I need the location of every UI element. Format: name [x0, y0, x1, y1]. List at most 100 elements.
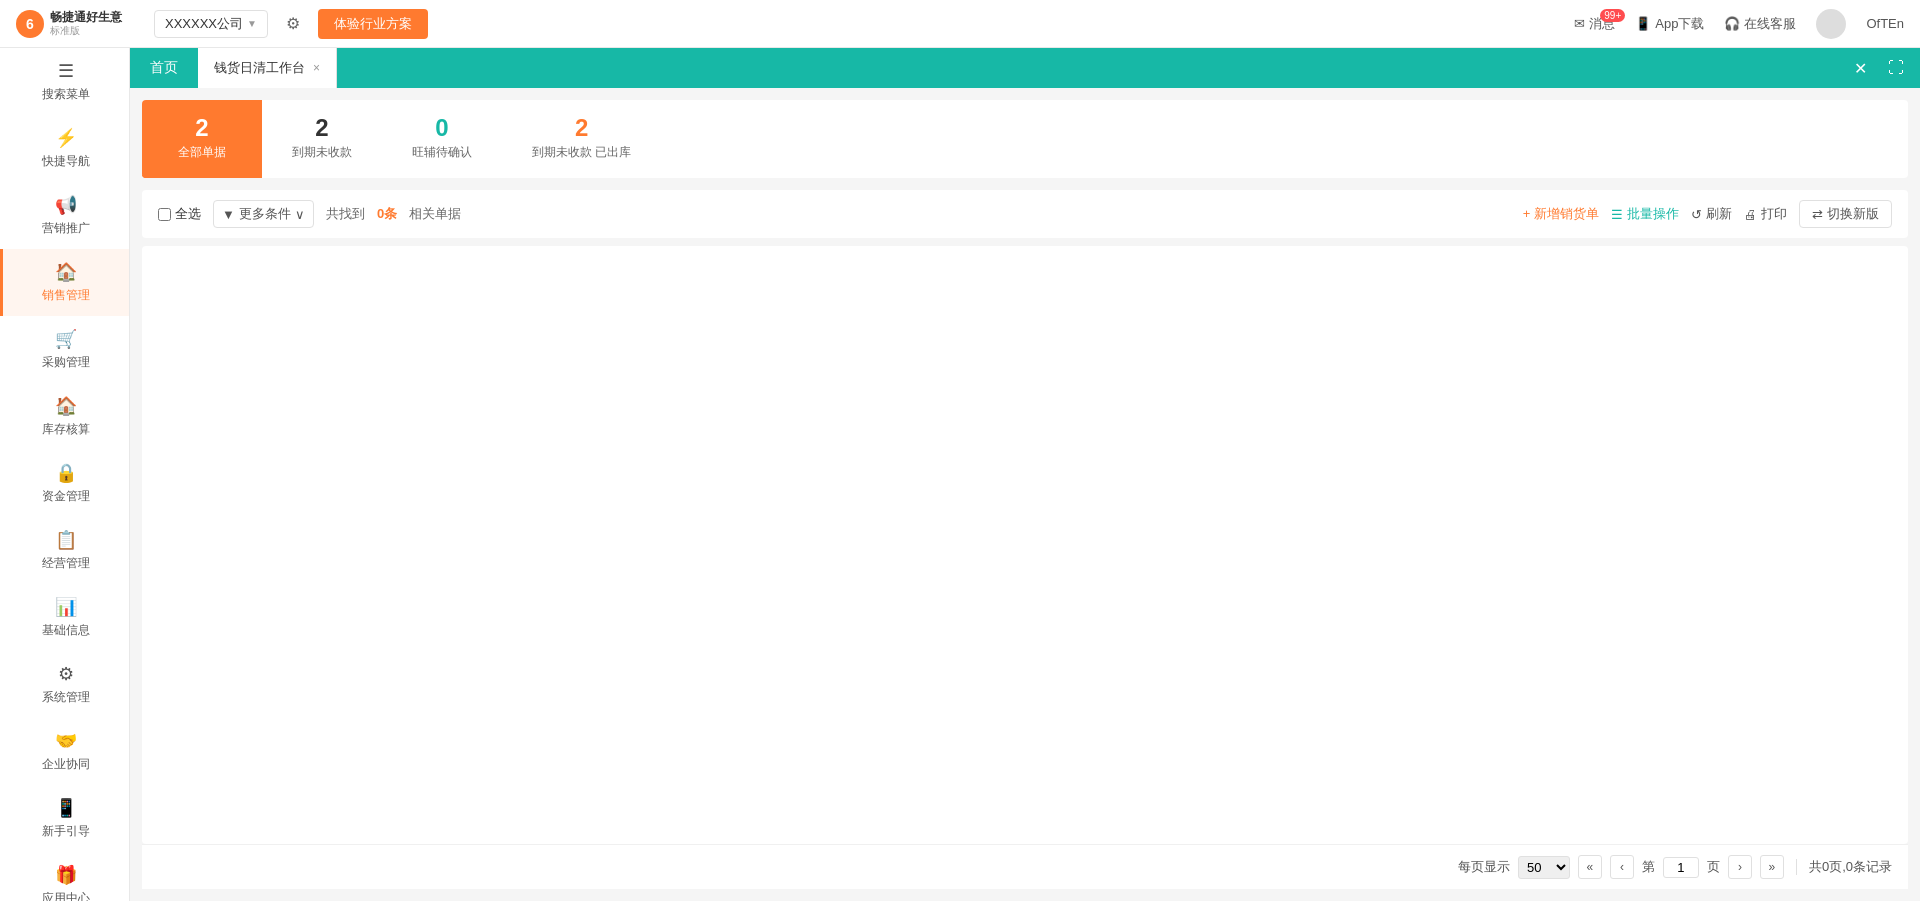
logo-icon: 6 [16, 10, 44, 38]
sidebar-item-system[interactable]: ⚙ 系统管理 [0, 651, 129, 718]
stat-item-overdue-out[interactable]: 2到期未收款 已出库 [502, 100, 661, 178]
sidebar-label-purchase: 采购管理 [42, 354, 90, 371]
batch-icon: ☰ [1611, 207, 1623, 222]
refresh-button[interactable]: ↺ 刷新 [1691, 205, 1732, 223]
company-selector[interactable]: XXXXXX公司 ▼ [154, 10, 268, 38]
minimize-icon[interactable]: ✕ [1846, 54, 1874, 82]
app-download-button[interactable]: 📱 App下载 [1635, 15, 1704, 33]
stat-item-overdue[interactable]: 2 到期未收款 [262, 100, 382, 178]
sidebar-label-finance: 资金管理 [42, 488, 90, 505]
filter-arrow-icon: ∨ [295, 207, 305, 222]
page-number-input[interactable] [1663, 857, 1699, 878]
layout: ☰搜索菜单 ⚡ 快捷导航 📢营销推广🏠销售管理 🛒 采购管理 🏠 库存核算 🔒资金管理📋经营管理… [0, 48, 1920, 901]
stat-number-overdue: 2 [292, 114, 352, 142]
active-tab-label: 钱货日清工作台 [214, 59, 305, 77]
filter-button[interactable]: ▼ 更多条件 ∨ [213, 200, 314, 228]
experience-button[interactable]: 体验行业方案 [318, 9, 428, 39]
table-area [142, 246, 1908, 844]
sidebar-label-app-center: 应用中心 [42, 890, 90, 901]
sidebar-item-app-center[interactable]: 🎁 应用中心 [0, 852, 129, 901]
sidebar-item-basic-info[interactable]: 📊 基础信息 [0, 584, 129, 651]
download-icon: 📱 [1635, 16, 1651, 31]
select-all-checkbox[interactable]: 全选 [158, 205, 201, 223]
stat-item-all[interactable]: 2全部单据 [142, 100, 262, 178]
sidebar-item-marketing[interactable]: 📢营销推广 [0, 182, 129, 249]
logo-area: 6 畅捷通好生意 标准版 [16, 10, 146, 38]
print-button[interactable]: 🖨 打印 [1744, 205, 1787, 223]
dropdown-arrow-icon: ▼ [247, 18, 257, 29]
sidebar-item-cooperation[interactable]: 🤝企业协同 [0, 718, 129, 785]
per-page-select[interactable]: 102050100 [1518, 856, 1570, 879]
select-all-label: 全选 [175, 205, 201, 223]
first-page-button[interactable]: « [1578, 855, 1602, 879]
sidebar-item-quick-nav[interactable]: ⚡ 快捷导航 [0, 115, 129, 182]
logo-title: 畅捷通好生意 [50, 10, 122, 24]
sidebar: ☰搜索菜单 ⚡ 快捷导航 📢营销推广🏠销售管理 🛒 采购管理 🏠 库存核算 🔒资金管理📋经营管理… [0, 48, 130, 901]
sidebar-item-search-menu[interactable]: ☰搜索菜单 [0, 48, 129, 115]
found-suffix: 相关单据 [409, 205, 461, 223]
app-download-label: App下载 [1655, 15, 1704, 33]
service-label: 在线客服 [1744, 15, 1796, 33]
switch-label: 切换新版 [1827, 205, 1879, 223]
sidebar-label-quick-nav: 快捷导航 [42, 153, 90, 170]
prev-page-button[interactable]: ‹ [1610, 855, 1634, 879]
sidebar-icon-app-center: 🎁 [55, 864, 77, 886]
sidebar-label-marketing: 营销推广 [42, 220, 90, 237]
sidebar-item-sales[interactable]: 🏠销售管理 [0, 249, 129, 316]
filter-icon: ▼ [222, 207, 235, 222]
sidebar-label-basic-info: 基础信息 [42, 622, 90, 639]
switch-icon: ⇄ [1812, 207, 1823, 222]
stat-label-pending: 旺辅待确认 [412, 144, 472, 161]
sidebar-item-finance[interactable]: 🔒资金管理 [0, 450, 129, 517]
found-prefix: 共找到 [326, 205, 365, 223]
print-icon: 🖨 [1744, 207, 1757, 222]
sidebar-label-sales: 销售管理 [42, 287, 90, 304]
stat-label-overdue: 到期未收款 [292, 144, 352, 161]
online-service-button[interactable]: 🎧 在线客服 [1724, 15, 1796, 33]
service-icon: 🎧 [1724, 16, 1740, 31]
settings-icon[interactable]: ⚙ [278, 9, 308, 39]
stat-item-pending[interactable]: 0旺辅待确认 [382, 100, 502, 178]
home-tab[interactable]: 首页 [130, 48, 198, 88]
sidebar-item-guide[interactable]: 📱新手引导 [0, 785, 129, 852]
message-button[interactable]: ✉ 消息 99+ [1574, 15, 1615, 33]
total-records: 共0页,0条记录 [1809, 858, 1892, 876]
found-count: 0条 [377, 205, 397, 223]
main-content: 首页 钱货日清工作台 × ✕ ⛶ 2全部单据 2 到期未收款 0旺辅待确认2到期未收款… [130, 48, 1920, 901]
sidebar-icon-basic-info: 📊 [55, 596, 77, 618]
active-tab[interactable]: 钱货日清工作台 × [198, 48, 337, 88]
last-page-button[interactable]: » [1760, 855, 1784, 879]
sidebar-item-inventory[interactable]: 🏠 库存核算 [0, 383, 129, 450]
logo-text: 畅捷通好生意 标准版 [50, 10, 122, 36]
sidebar-icon-purchase: 🛒 [55, 328, 77, 350]
top-right-actions: ✉ 消息 99+ 📱 App下载 🎧 在线客服 OfTEn [1574, 9, 1904, 39]
user-info[interactable]: OfTEn [1866, 16, 1904, 31]
sidebar-label-system: 系统管理 [42, 689, 90, 706]
logo-sub: 标准版 [50, 25, 122, 37]
switch-version-button[interactable]: ⇄ 切换新版 [1799, 200, 1892, 228]
sidebar-item-purchase[interactable]: 🛒 采购管理 [0, 316, 129, 383]
select-all-input[interactable] [158, 208, 171, 221]
sidebar-item-operations[interactable]: 📋经营管理 [0, 517, 129, 584]
avatar[interactable] [1816, 9, 1846, 39]
sidebar-icon-inventory: 🏠 [55, 395, 77, 417]
sidebar-icon-quick-nav: ⚡ [55, 127, 77, 149]
tab-close-icon[interactable]: × [313, 61, 320, 75]
batch-operation-button[interactable]: ☰ 批量操作 [1611, 205, 1679, 223]
toolbar: 全选 ▼ 更多条件 ∨ 共找到 0条 相关单据 + 新增销货单 ☰ 批量操作 [142, 190, 1908, 238]
maximize-icon[interactable]: ⛶ [1882, 54, 1910, 82]
toolbar-right: + 新增销货单 ☰ 批量操作 ↺ 刷新 🖨 打印 ⇄ [1523, 200, 1892, 228]
tab-actions: ✕ ⛶ [1846, 54, 1920, 82]
stat-number-overdue-out: 2 [532, 114, 631, 142]
next-page-button[interactable]: › [1728, 855, 1752, 879]
stats-row: 2全部单据 2 到期未收款 0旺辅待确认2到期未收款 已出库 [142, 100, 1908, 178]
divider [1796, 859, 1797, 875]
company-name: XXXXXX公司 [165, 15, 243, 33]
page-content: 2全部单据 2 到期未收款 0旺辅待确认2到期未收款 已出库 全选 ▼ 更多条件 ∨ … [130, 88, 1920, 901]
new-sale-button[interactable]: + 新增销货单 [1523, 205, 1599, 223]
refresh-label: 刷新 [1706, 205, 1732, 223]
sidebar-icon-operations: 📋 [55, 529, 77, 551]
sidebar-label-inventory: 库存核算 [42, 421, 90, 438]
user-name-text: OfTEn [1866, 16, 1904, 31]
sidebar-icon-system: ⚙ [58, 663, 74, 685]
